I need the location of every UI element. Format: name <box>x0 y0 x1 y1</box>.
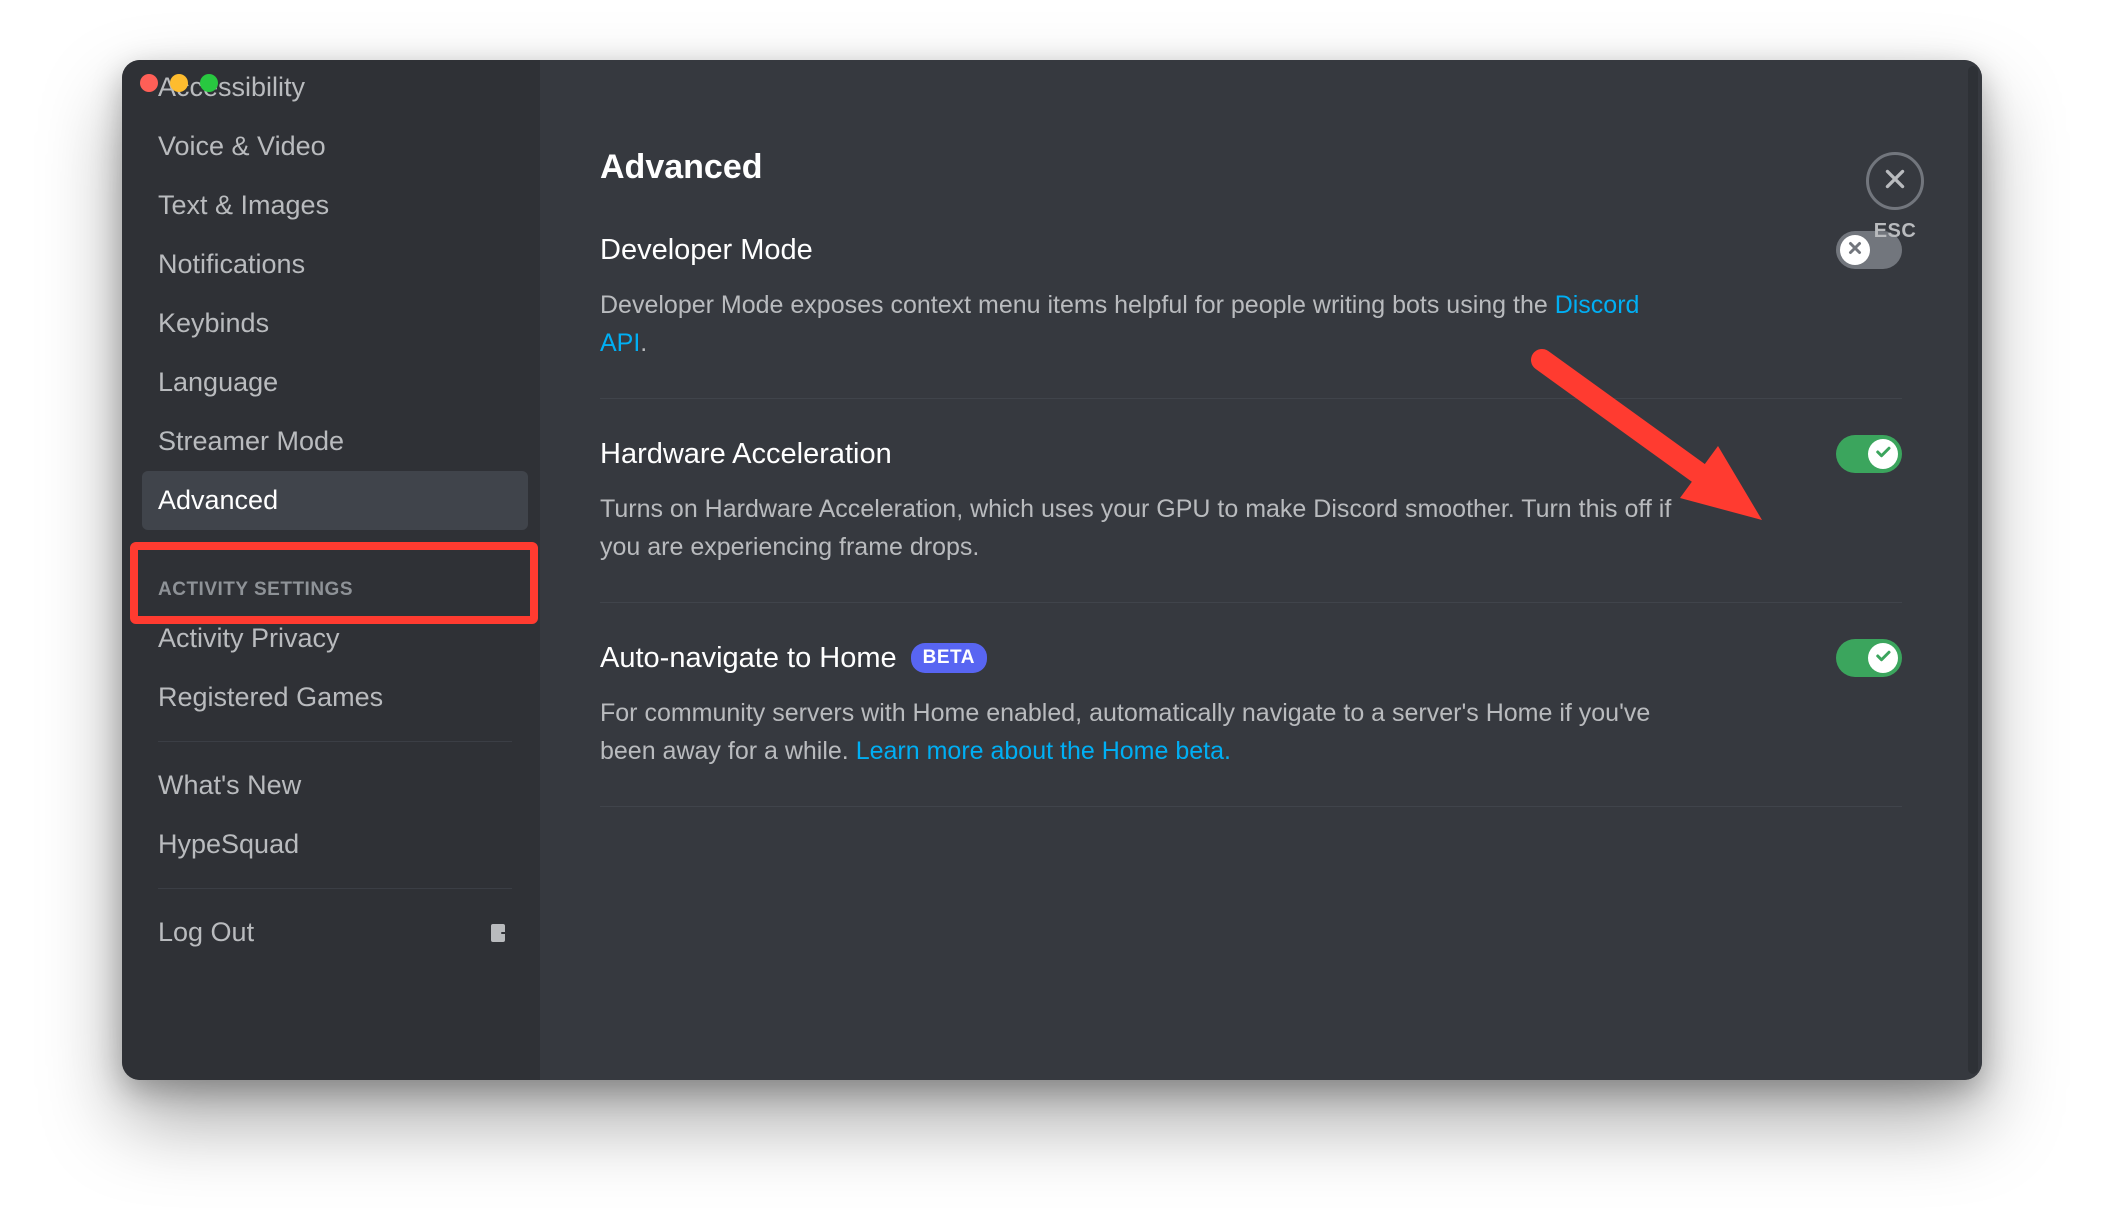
auto-home-toggle[interactable] <box>1836 639 1902 677</box>
settings-sidebar: Accessibility Voice & Video Text & Image… <box>122 60 540 1080</box>
sidebar-item-logout[interactable]: Log Out <box>142 903 528 962</box>
toggle-knob <box>1868 439 1898 469</box>
window-minimize-dot[interactable] <box>170 74 188 92</box>
sidebar-item-advanced[interactable]: Advanced <box>142 471 528 530</box>
desc-text: Developer Mode exposes context menu item… <box>600 291 1555 319</box>
check-icon <box>1874 443 1892 466</box>
close-settings: ESC <box>1866 152 1924 243</box>
settings-window: Accessibility Voice & Video Text & Image… <box>122 60 1982 1080</box>
sidebar-item-label: HypeSquad <box>158 829 299 860</box>
sidebar-divider <box>158 741 512 742</box>
sidebar-divider <box>158 544 512 545</box>
setting-auto-navigate-home: Auto-navigate to Home BETA For community… <box>600 639 1902 807</box>
beta-badge: BETA <box>911 643 987 673</box>
sidebar-item-label: Keybinds <box>158 308 269 339</box>
window-controls <box>140 74 218 92</box>
toggle-knob <box>1868 643 1898 673</box>
close-button[interactable] <box>1866 152 1924 210</box>
setting-description: For community servers with Home enabled,… <box>600 695 1680 770</box>
sidebar-item-label: Language <box>158 367 278 398</box>
sidebar-item-label: Registered Games <box>158 682 383 713</box>
sidebar-item-label: Log Out <box>158 917 254 948</box>
check-icon <box>1874 647 1892 670</box>
learn-more-link[interactable]: Learn more about the Home beta. <box>856 737 1231 765</box>
scrollbar[interactable] <box>1968 66 1978 1074</box>
sidebar-item-activity-privacy[interactable]: Activity Privacy <box>142 609 528 668</box>
sidebar-item-label: Activity Privacy <box>158 623 340 654</box>
esc-label: ESC <box>1874 220 1917 243</box>
setting-title: Auto-navigate to Home BETA <box>600 642 987 675</box>
setting-description: Developer Mode exposes context menu item… <box>600 287 1680 362</box>
sidebar-item-label: What's New <box>158 770 301 801</box>
setting-title-text: Auto-navigate to Home <box>600 642 897 675</box>
sidebar-divider <box>158 888 512 889</box>
window-close-dot[interactable] <box>140 74 158 92</box>
logout-icon <box>488 921 512 945</box>
setting-hardware-acceleration: Hardware Acceleration Turns on Hardware … <box>600 435 1902 603</box>
setting-developer-mode: Developer Mode Developer Mode exposes co… <box>600 231 1902 399</box>
sidebar-item-keybinds[interactable]: Keybinds <box>142 294 528 353</box>
sidebar-item-label: Voice & Video <box>158 131 326 162</box>
hardware-accel-toggle[interactable] <box>1836 435 1902 473</box>
sidebar-item-label: Streamer Mode <box>158 426 344 457</box>
sidebar-item-notifications[interactable]: Notifications <box>142 235 528 294</box>
sidebar-item-hypesquad[interactable]: HypeSquad <box>142 815 528 874</box>
setting-description: Turns on Hardware Acceleration, which us… <box>600 491 1680 566</box>
setting-title: Developer Mode <box>600 234 813 267</box>
x-icon <box>1846 239 1864 262</box>
setting-title: Hardware Acceleration <box>600 438 892 471</box>
window-zoom-dot[interactable] <box>200 74 218 92</box>
sidebar-item-label: Advanced <box>158 485 278 516</box>
settings-content: ESC Advanced Developer Mode D <box>540 60 1982 1080</box>
sidebar-item-registered-games[interactable]: Registered Games <box>142 668 528 727</box>
sidebar-item-label: Text & Images <box>158 190 329 221</box>
sidebar-item-text-images[interactable]: Text & Images <box>142 176 528 235</box>
sidebar-item-streamer-mode[interactable]: Streamer Mode <box>142 412 528 471</box>
sidebar-item-voice-video[interactable]: Voice & Video <box>142 117 528 176</box>
desc-text: . <box>640 329 647 357</box>
sidebar-item-language[interactable]: Language <box>142 353 528 412</box>
close-icon <box>1882 166 1908 197</box>
sidebar-item-whats-new[interactable]: What's New <box>142 756 528 815</box>
page-title: Advanced <box>600 148 1902 187</box>
sidebar-item-label: Notifications <box>158 249 305 280</box>
sidebar-section-header: ACTIVITY SETTINGS <box>142 559 528 609</box>
